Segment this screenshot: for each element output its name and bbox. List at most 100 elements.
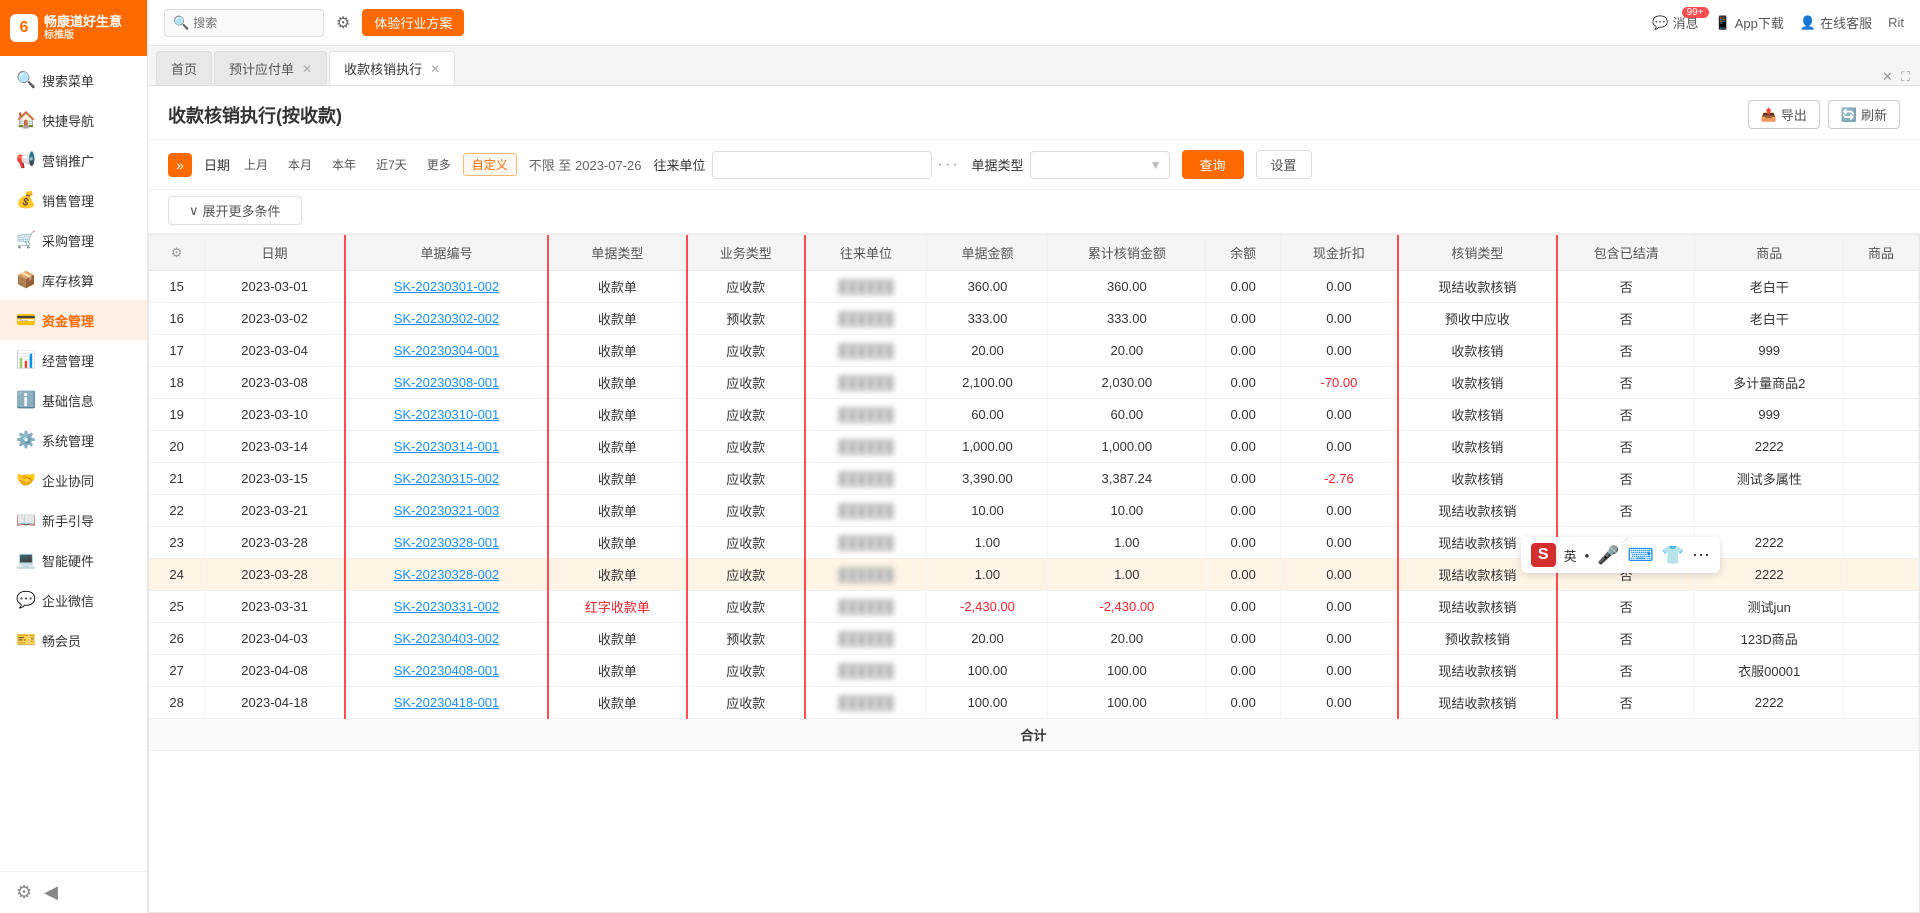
table-row: 262023-04-03SK-20230403-002收款单预收款██████2…: [149, 623, 1919, 655]
doc-link[interactable]: SK-20230314-001: [394, 439, 500, 454]
more-option[interactable]: 更多: [419, 154, 459, 175]
collapse-icon[interactable]: ◀: [44, 882, 58, 903]
service-button[interactable]: 👤 在线客服: [1800, 13, 1872, 32]
setting-button[interactable]: 设置: [1256, 150, 1312, 179]
cell-doc_no[interactable]: SK-20230314-001: [345, 431, 548, 463]
user-label[interactable]: Rit: [1888, 15, 1904, 30]
cell-include_settled: 否: [1557, 687, 1695, 719]
msg-button[interactable]: 💬 消息 99+: [1652, 13, 1698, 32]
cell-doc_no[interactable]: SK-20230301-002: [345, 271, 548, 303]
sidebar-item-label: 畅会员: [42, 631, 81, 650]
solution-button[interactable]: 体验行业方案: [362, 9, 464, 36]
sidebar-item-corp[interactable]: 🤝企业协同: [0, 460, 147, 500]
cell-doc_no[interactable]: SK-20230304-001: [345, 335, 548, 367]
receipt-type-select[interactable]: [1030, 151, 1170, 179]
sidebar-item-wechat[interactable]: 💬企业微信: [0, 580, 147, 620]
doc-link[interactable]: SK-20230302-002: [394, 311, 500, 326]
cell-balance: 0.00: [1206, 463, 1281, 495]
sidebar-item-marketing[interactable]: 📢营销推广: [0, 140, 147, 180]
cell-amount: 100.00: [927, 687, 1048, 719]
cell-doc_no[interactable]: SK-20230321-003: [345, 495, 548, 527]
sidebar-item-purchase[interactable]: 🛒采购管理: [0, 220, 147, 260]
sidebar-item-system[interactable]: ⚙️系统管理: [0, 420, 147, 460]
tab-collection[interactable]: 收款核销执行✕: [329, 51, 455, 85]
doc-link[interactable]: SK-20230321-003: [394, 503, 500, 518]
cell-writeoff_type: 收款核销: [1398, 399, 1557, 431]
cell-doc_no[interactable]: SK-20230408-001: [345, 655, 548, 687]
cell-doc_no[interactable]: SK-20230328-001: [345, 527, 548, 559]
topbar-search[interactable]: 🔍: [164, 9, 324, 37]
cell-product_thumb: [1843, 399, 1918, 431]
search-input[interactable]: [193, 16, 315, 30]
cell-balance: 0.00: [1206, 495, 1281, 527]
tab-home[interactable]: 首页: [156, 51, 212, 85]
cell-discount: 0.00: [1281, 655, 1398, 687]
this-month-option[interactable]: 本月: [280, 154, 320, 175]
cell-include_settled: 否: [1557, 527, 1695, 559]
doc-link[interactable]: SK-20230418-001: [394, 695, 500, 710]
msg-icon: 💬: [1652, 15, 1668, 31]
doc-link[interactable]: SK-20230301-002: [394, 279, 500, 294]
cell-doc_no[interactable]: SK-20230328-002: [345, 559, 548, 591]
sidebar-item-sales[interactable]: 💰销售管理: [0, 180, 147, 220]
doc-link[interactable]: SK-20230315-002: [394, 471, 500, 486]
filter-expand-button[interactable]: »: [168, 153, 192, 177]
expand-tab-icon[interactable]: ⛶: [1901, 69, 1910, 85]
sidebar-item-quick[interactable]: 🏠快捷导航: [0, 100, 147, 140]
doc-link[interactable]: SK-20230331-002: [394, 599, 500, 614]
sidebar-item-member[interactable]: 🎫畅会员: [0, 620, 147, 660]
query-button[interactable]: 查询: [1182, 150, 1244, 179]
doc-link[interactable]: SK-20230403-002: [394, 631, 500, 646]
col-header-product2: 商品: [1843, 235, 1918, 271]
gear-icon[interactable]: ⚙: [336, 13, 350, 33]
doc-link[interactable]: SK-20230328-002: [394, 567, 500, 582]
expand-more-button[interactable]: ∨ 展开更多条件: [168, 196, 302, 225]
sidebar-item-guide[interactable]: 📖新手引导: [0, 500, 147, 540]
tab-prepay[interactable]: 预计应付单✕: [214, 51, 327, 85]
cell-doc_no[interactable]: SK-20230308-001: [345, 367, 548, 399]
sidebar-item-hardware[interactable]: 💻智能硬件: [0, 540, 147, 580]
settings-icon[interactable]: ⚙: [16, 882, 32, 903]
last7-option[interactable]: 近7天: [368, 154, 415, 175]
app-download-button[interactable]: 📱 App下载: [1715, 13, 1784, 32]
last-month-option[interactable]: 上月: [236, 154, 276, 175]
cell-doc_no[interactable]: SK-20230302-002: [345, 303, 548, 335]
doc-link[interactable]: SK-20230308-001: [394, 375, 500, 390]
refresh-button[interactable]: 🔄 刷新: [1828, 100, 1900, 129]
sidebar-logo: 6 畅康道好生意 标推版: [0, 0, 147, 56]
cell-product_thumb: [1843, 303, 1918, 335]
this-year-option[interactable]: 本年: [324, 154, 364, 175]
cell-writeoff_type: 现结收款核销: [1398, 527, 1557, 559]
cell-include_settled: 否: [1557, 335, 1695, 367]
doc-link[interactable]: SK-20230310-001: [394, 407, 500, 422]
export-button[interactable]: 📤 导出: [1748, 100, 1820, 129]
custom-date-option[interactable]: 自定义: [463, 153, 517, 176]
close-tab-icon[interactable]: ✕: [1882, 69, 1893, 85]
table-wrap[interactable]: ⚙日期单据编号单据类型业务类型往来单位单据金额累计核销金额余额现金折扣核销类型包…: [148, 234, 1920, 913]
cell-product: 2222: [1695, 559, 1844, 591]
doc-link[interactable]: SK-20230304-001: [394, 343, 500, 358]
sidebar-item-search[interactable]: 🔍搜索菜单: [0, 60, 147, 100]
cell-doc_no[interactable]: SK-20230310-001: [345, 399, 548, 431]
sidebar-item-basic[interactable]: ℹ️基础信息: [0, 380, 147, 420]
cell-balance: 0.00: [1206, 527, 1281, 559]
export-icon: 📤: [1761, 107, 1777, 123]
tab-close-icon[interactable]: ✕: [430, 62, 440, 76]
unit-input[interactable]: [712, 151, 932, 179]
cell-doc_type: 红字收款单: [548, 591, 687, 623]
col-header-gear[interactable]: ⚙: [149, 235, 205, 271]
doc-link[interactable]: SK-20230408-001: [394, 663, 500, 678]
cell-doc_no[interactable]: SK-20230315-002: [345, 463, 548, 495]
sidebar-item-operation[interactable]: 📊经营管理: [0, 340, 147, 380]
content-area: 收款核销执行(按收款) 📤 导出 🔄 刷新 » 日期 上月 本月: [148, 86, 1920, 913]
sidebar: 6 畅康道好生意 标推版 🔍搜索菜单🏠快捷导航📢营销推广💰销售管理🛒采购管理📦库…: [0, 0, 148, 913]
cell-doc_no[interactable]: SK-20230418-001: [345, 687, 548, 719]
sidebar-item-inventory[interactable]: 📦库存核算: [0, 260, 147, 300]
cell-product_thumb: [1843, 495, 1918, 527]
tab-close-icon[interactable]: ✕: [302, 62, 312, 76]
cell-writeoff: 100.00: [1048, 687, 1206, 719]
cell-doc_no[interactable]: SK-20230403-002: [345, 623, 548, 655]
sidebar-item-finance[interactable]: 💳资金管理: [0, 300, 147, 340]
cell-doc_no[interactable]: SK-20230331-002: [345, 591, 548, 623]
doc-link[interactable]: SK-20230328-001: [394, 535, 500, 550]
